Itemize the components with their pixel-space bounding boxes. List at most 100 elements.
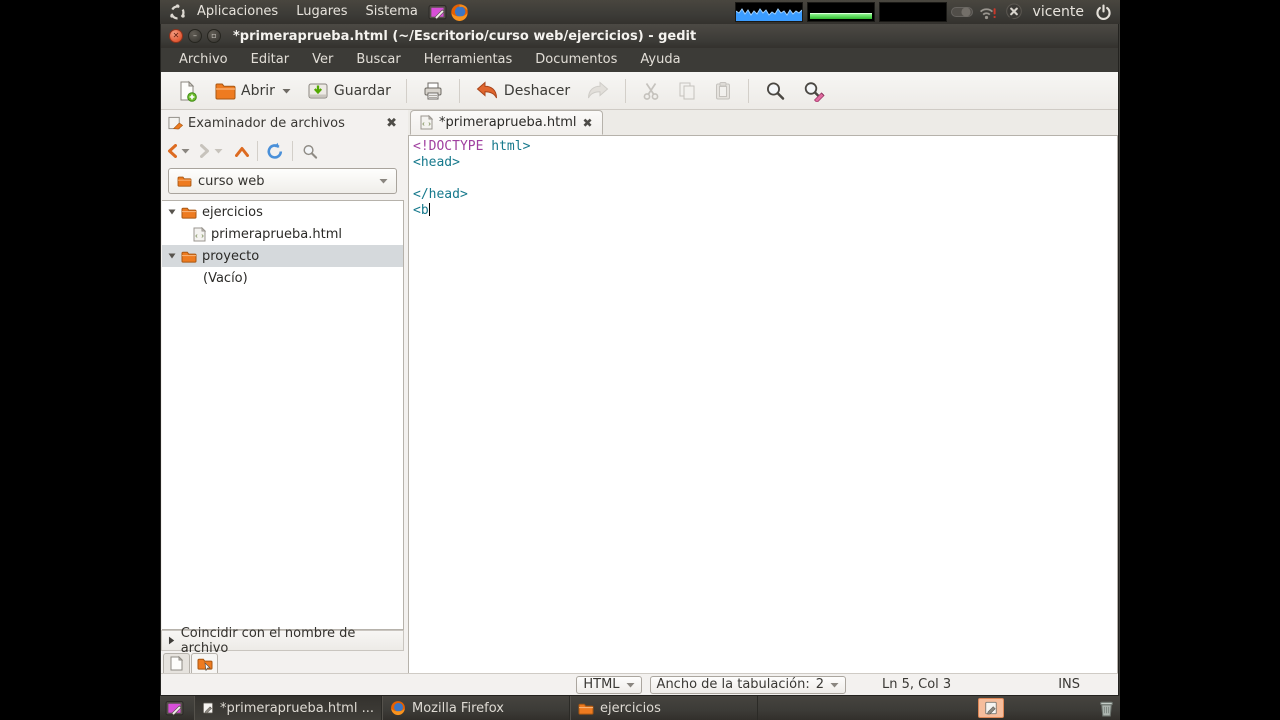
firefox-icon [391, 701, 405, 716]
tree-row-primeraprueba[interactable]: primeraprueba.html [162, 223, 403, 245]
document-tab[interactable]: *primeraprueba.html ✖ [410, 110, 603, 135]
taskbar-button-gedit[interactable]: *primeraprueba.html ... [194, 696, 382, 720]
expander-icon[interactable] [168, 208, 176, 216]
undo-icon [476, 81, 497, 99]
document-icon [170, 656, 183, 671]
save-button-label: Guardar [333, 82, 391, 99]
close-window-button[interactable]: ✕ [169, 29, 183, 43]
toolbar: Abrir Guardar Deshacer [161, 72, 1118, 110]
print-button[interactable] [417, 77, 449, 105]
html-file-icon [420, 115, 433, 130]
menu-editar[interactable]: Editar [240, 48, 302, 72]
username-menu[interactable]: vicente [1029, 4, 1088, 20]
tree-item-label: ejercicios [202, 204, 263, 220]
find-button[interactable] [759, 77, 791, 105]
user-status-bubble-icon[interactable] [1003, 1, 1025, 23]
undo-button[interactable]: Deshacer [470, 78, 575, 103]
tree-row-proyecto[interactable]: proyecto [162, 245, 403, 267]
menu-ayuda[interactable]: Ayuda [629, 48, 692, 72]
printer-icon [424, 82, 442, 99]
language-value: HTML [583, 677, 620, 692]
search-replace-icon [804, 81, 825, 102]
filename-filter-expander[interactable]: Coincidir con el nombre de archivo [161, 626, 404, 656]
text-editor[interactable]: <!DOCTYPE html> <head> </head> <b [408, 136, 1118, 673]
file-browser-panel-tab[interactable] [191, 653, 218, 673]
back-history-caret-icon[interactable] [181, 148, 190, 154]
menu-herramientas[interactable]: Herramientas [413, 48, 525, 72]
refresh-icon[interactable] [266, 142, 284, 160]
save-icon [308, 83, 328, 98]
menu-documentos[interactable]: Documentos [524, 48, 629, 72]
goto-location-icon[interactable] [301, 143, 318, 160]
new-document-button[interactable] [171, 77, 203, 105]
scissors-icon [643, 82, 659, 100]
wifi-status-icon[interactable] [977, 1, 999, 23]
redo-button[interactable] [581, 78, 615, 103]
ubuntu-logo-icon[interactable] [166, 1, 188, 23]
firefox-icon[interactable] [449, 1, 471, 23]
tree-row-vacio: (Vacío) [162, 267, 403, 289]
cut-button[interactable] [636, 78, 666, 104]
taskbar-button-label: *primeraprueba.html ... [219, 700, 374, 716]
volume-icon[interactable] [950, 1, 973, 23]
tree-item-label: (Vacío) [203, 270, 248, 286]
insert-mode-indicator: INS [1058, 677, 1080, 692]
forward-icon[interactable] [200, 144, 210, 158]
paste-button[interactable] [708, 78, 738, 104]
menu-archivo[interactable]: Archivo [168, 48, 240, 72]
open-button[interactable]: Abrir [209, 79, 296, 103]
location-value: curso web [198, 173, 265, 189]
file-browser-panel: Examinador de archivos ✖ curso web ejerc… [161, 110, 404, 673]
desktop: Aplicaciones Lugares Sistema vicente ✕ –… [160, 0, 1120, 720]
text-cursor [428, 203, 431, 216]
taskbar-button-ejercicios[interactable]: ejercicios [570, 696, 758, 720]
tab-width-value: 2 [815, 677, 824, 692]
replace-button[interactable] [797, 77, 831, 105]
back-icon[interactable] [167, 144, 177, 158]
tab-width-combobox[interactable]: Ancho de la tabulación: 2 [649, 675, 846, 694]
forward-history-caret-icon[interactable] [214, 148, 223, 154]
taskbar-button-firefox[interactable]: Mozilla Firefox [382, 696, 570, 720]
trash-applet-icon[interactable] [1096, 698, 1116, 718]
video-editor-icon[interactable] [427, 1, 449, 23]
file-browser-tab-icon [197, 658, 212, 671]
location-combobox[interactable]: curso web [168, 168, 397, 194]
expander-icon[interactable] [168, 252, 176, 260]
panel-right-area: vicente [734, 1, 1114, 23]
save-button[interactable]: Guardar [302, 77, 396, 105]
search-icon [767, 82, 785, 100]
menu-lugares[interactable]: Lugares [287, 0, 356, 24]
tree-item-label: primeraprueba.html [211, 226, 342, 242]
copy-button[interactable] [672, 78, 702, 104]
cpu-monitor-applet[interactable] [734, 2, 803, 22]
minimize-window-button[interactable]: – [188, 29, 202, 43]
side-panel-close-icon[interactable]: ✖ [386, 116, 397, 131]
titlebar[interactable]: ✕ – ▫ *primeraprueba.html (~/Escritorio/… [161, 24, 1118, 48]
gedit-icon [203, 702, 213, 714]
documents-panel-tab[interactable] [163, 653, 190, 673]
menu-ver[interactable]: Ver [301, 48, 345, 72]
file-tree: ejercicios primeraprueba.html proyecto (… [162, 200, 404, 630]
gedit-notification-tray-icon[interactable] [978, 698, 1004, 718]
tree-row-ejercicios[interactable]: ejercicios [162, 201, 403, 223]
maximize-window-button[interactable]: ▫ [207, 29, 221, 43]
tab-width-label: Ancho de la tabulación: [656, 677, 810, 692]
copy-icon [679, 82, 695, 99]
menubar: Archivo Editar Ver Buscar Herramientas D… [161, 48, 1118, 72]
menu-buscar[interactable]: Buscar [345, 48, 412, 72]
html-file-icon [193, 226, 206, 241]
power-icon[interactable] [1092, 1, 1114, 23]
redo-icon [588, 81, 609, 99]
menu-aplicaciones[interactable]: Aplicaciones [188, 0, 287, 24]
video-editor-tray-icon[interactable] [162, 697, 186, 719]
network-monitor-applet[interactable] [878, 2, 947, 22]
file-browser-icon [168, 116, 183, 130]
up-directory-icon[interactable] [235, 146, 249, 157]
side-panel-title: Examinador de archivos [188, 115, 345, 131]
menu-sistema[interactable]: Sistema [357, 0, 427, 24]
language-combobox[interactable]: HTML [576, 675, 642, 694]
main-area: Examinador de archivos ✖ curso web ejerc… [161, 110, 1118, 673]
gedit-window: ✕ – ▫ *primeraprueba.html (~/Escritorio/… [160, 24, 1119, 696]
tab-close-icon[interactable]: ✖ [582, 116, 592, 130]
memory-monitor-applet[interactable] [806, 2, 875, 22]
